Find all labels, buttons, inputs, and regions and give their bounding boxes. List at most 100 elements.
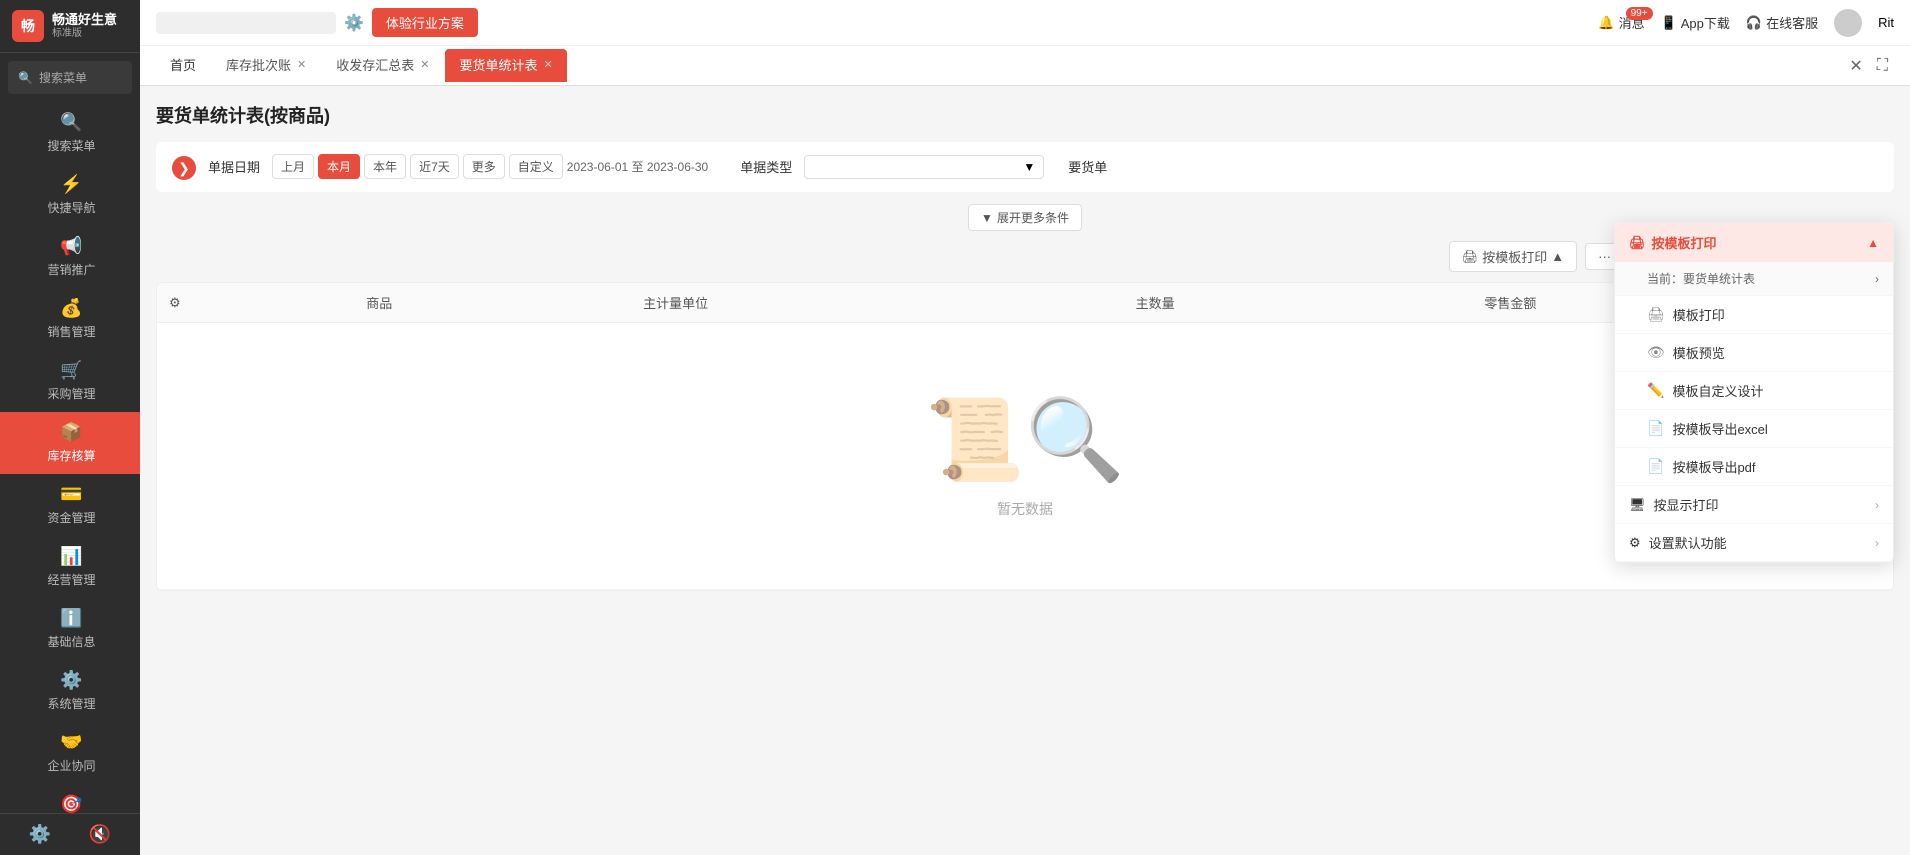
expand-icon[interactable]: ⛶ — [1871, 57, 1894, 75]
doc-type-select[interactable]: ▼ — [804, 155, 1044, 179]
col-settings[interactable]: ⚙ — [157, 283, 354, 323]
sidebar-item-search[interactable]: 🔍搜索菜单 — [0, 102, 140, 164]
search-icon: 🔍 — [18, 71, 33, 85]
date-btn-last-month[interactable]: 上月 — [272, 154, 314, 179]
settings-icon[interactable]: ⚙️ — [29, 824, 51, 845]
date-btn-more[interactable]: 更多 — [463, 154, 505, 179]
excel-icon: 📄 — [1647, 420, 1664, 437]
sidebar-item-label: 采购管理 — [47, 385, 95, 402]
display-print-label: 按显示打印 — [1654, 495, 1719, 514]
print-icon: 🖨 — [1647, 306, 1665, 323]
app-download-label: App下载 — [1681, 13, 1730, 32]
sidebar-item-operations[interactable]: 📊经营管理 — [0, 536, 140, 598]
expand-arrow-icon: › — [1875, 498, 1879, 512]
set-default-label: 设置默认功能 — [1649, 533, 1727, 552]
print-template-button[interactable]: 🖨 按模板打印 ▲ — [1449, 241, 1577, 272]
dropdown-item-template-design[interactable]: ✏️ 模板自定义设计 — [1615, 372, 1893, 410]
order-status-label: 要货单 — [1068, 157, 1107, 176]
sidebar-item-finance[interactable]: 💳资金管理 — [0, 474, 140, 536]
expand-more-button[interactable]: ▼ 展开更多条件 — [968, 204, 1082, 231]
sidebar-item-sales[interactable]: 💰 销售管理 — [0, 288, 140, 350]
sidebar-item-label: 企业协同 — [47, 757, 95, 774]
pdf-icon: 📄 — [1647, 458, 1664, 475]
trial-button[interactable]: 体验行业方案 — [372, 8, 478, 37]
filter-row-date: 单据日期 上月 本月 本年 近7天 更多 自定义 2023-06-01 至 20… — [208, 154, 1878, 179]
date-btn-this-month[interactable]: 本月 — [318, 154, 360, 179]
dropdown-item-template-preview[interactable]: 👁 模板预览 — [1615, 334, 1893, 372]
dropdown-title-text: 按模板打印 — [1652, 233, 1717, 252]
date-buttons: 上月 本月 本年 近7天 更多 自定义 2023-06-01 至 2023-06… — [272, 154, 708, 179]
chevron-down-icon: ▼ — [1023, 160, 1035, 174]
printer-icon-header: 🖨 — [1629, 235, 1646, 251]
topbar-left: ⚙️ 体验行业方案 — [156, 8, 1582, 37]
sidebar-item-base[interactable]: ℹ️基础信息 — [0, 598, 140, 660]
dropdown-item-template-print[interactable]: 🖨 模板打印 — [1615, 296, 1893, 334]
dropdown-item-template-excel[interactable]: 📄 按模板导出excel — [1615, 410, 1893, 448]
doc-type-label: 单据类型 — [740, 157, 792, 176]
template-preview-label: 模板预览 — [1673, 343, 1725, 362]
gear-button[interactable]: ⚙️ — [344, 13, 364, 33]
date-range: 2023-06-01 至 2023-06-30 — [567, 158, 708, 175]
sidebar-search[interactable]: 🔍 搜索菜单 — [8, 61, 132, 94]
filter-fields: 单据日期 上月 本月 本年 近7天 更多 自定义 2023-06-01 至 20… — [208, 154, 1878, 179]
tab-receipt-summary-label: 收发存汇总表 — [336, 55, 414, 74]
online-service-button[interactable]: 🎧 在线客服 — [1746, 13, 1818, 32]
finance-icon: 💳 — [60, 484, 82, 505]
notice-button[interactable]: 🔔 消息 99+ — [1598, 13, 1644, 32]
username-label: Rit — [1878, 15, 1894, 30]
dropdown-item-set-default[interactable]: ⚙ 设置默认功能 › — [1615, 524, 1893, 562]
close-tab-inventory-batch[interactable]: ✕ — [297, 58, 306, 71]
date-btn-7days[interactable]: 近7天 — [410, 154, 459, 179]
print-template-label: 按模板打印 — [1482, 247, 1547, 266]
dropdown-item-template-pdf[interactable]: 📄 按模板导出pdf — [1615, 448, 1893, 486]
logo-text: 畅通好生意 标准版 — [52, 12, 117, 40]
sidebar-bottom: ⚙️ 🔇 — [0, 813, 140, 855]
user-avatar[interactable] — [1834, 9, 1862, 37]
sidebar-item-purchase[interactable]: 🛒采购管理 — [0, 350, 140, 412]
sidebar-item-marketing[interactable]: 📢营销推广 — [0, 226, 140, 288]
sidebar-item-system[interactable]: ⚙️系统管理 — [0, 660, 140, 722]
sidebar-item-label: 销售管理 — [47, 323, 95, 340]
topbar-right: 🔔 消息 99+ 📱 App下载 🎧 在线客服 Rit — [1598, 9, 1894, 37]
filter-bar: ❯ 单据日期 上月 本月 本年 近7天 更多 自定义 2023-06-01 至 … — [156, 142, 1894, 192]
close-tab-receipt-summary[interactable]: ✕ — [420, 58, 429, 71]
breadcrumb-input[interactable] — [156, 12, 336, 34]
monitor-icon: 🖥 — [1629, 497, 1646, 513]
dropdown-arrow-icon: ▲ — [1867, 236, 1879, 250]
dropdown-item-display-print[interactable]: 🖥 按显示打印 › — [1615, 486, 1893, 524]
tab-bar: 首页 库存批次账 ✕ 收发存汇总表 ✕ 要货单统计表 ✕ ✕ ⛶ — [140, 46, 1910, 86]
sidebar-item-guide[interactable]: 🎯新手引导 — [0, 784, 140, 813]
empty-text: 暂无数据 — [997, 499, 1053, 519]
chevron-right-icon: › — [1875, 272, 1879, 286]
tab-home[interactable]: 首页 — [156, 49, 210, 82]
sidebar-item-inventory[interactable]: 📦库存核算 — [0, 412, 140, 474]
close-tab-order-stats[interactable]: ✕ — [544, 58, 553, 71]
template-pdf-label: 按模板导出pdf — [1672, 457, 1755, 476]
bell-icon: 🔔 — [1598, 15, 1614, 31]
sidebar-item-collab[interactable]: 🤝企业协同 — [0, 722, 140, 784]
close-window-icon[interactable]: ✕ — [1843, 56, 1868, 76]
sidebar-item-label: 系统管理 — [47, 695, 95, 712]
guide-icon: 🎯 — [60, 794, 82, 813]
speaker-icon[interactable]: 🔇 — [89, 824, 111, 845]
search-icon: 🔍 — [60, 112, 82, 133]
app-download-button[interactable]: 📱 App下载 — [1661, 13, 1730, 32]
mobile-icon: 📱 — [1661, 15, 1677, 31]
tab-order-stats[interactable]: 要货单统计表 ✕ — [445, 49, 566, 82]
tab-inventory-batch[interactable]: 库存批次账 ✕ — [212, 49, 320, 82]
chevron-down-icon: ▼ — [981, 211, 993, 225]
marketing-icon: 📢 — [60, 236, 82, 257]
date-btn-this-year[interactable]: 本年 — [364, 154, 406, 179]
date-btn-custom[interactable]: 自定义 — [509, 154, 563, 179]
preview-icon: 👁 — [1647, 344, 1665, 361]
print-dropdown: 🖨 按模板打印 ▲ 当前：要货单统计表 › 🖨 模板打印 👁 模板预览 ✏️ 模… — [1614, 222, 1894, 563]
tab-receipt-summary[interactable]: 收发存汇总表 ✕ — [322, 49, 443, 82]
sidebar-item-label: 库存核算 — [47, 447, 95, 464]
sidebar-item-quick-nav[interactable]: ⚡快捷导航 — [0, 164, 140, 226]
headset-icon: 🎧 — [1746, 15, 1762, 31]
template-design-label: 模板自定义设计 — [1672, 381, 1763, 400]
sales-icon: 💰 — [60, 298, 82, 319]
dropdown-header[interactable]: 🖨 按模板打印 ▲ — [1615, 223, 1893, 262]
expand-filter-button[interactable]: ❯ — [172, 156, 196, 180]
expand-more-label: 展开更多条件 — [997, 209, 1069, 226]
